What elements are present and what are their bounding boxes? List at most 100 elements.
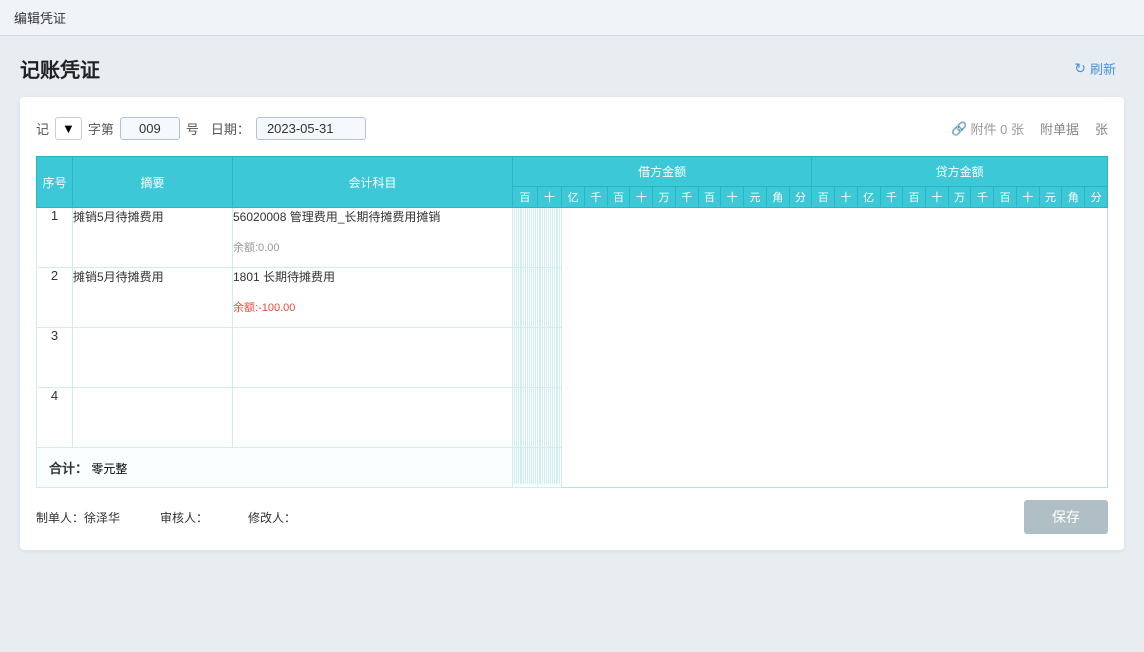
debit-d11: 元 [744, 187, 767, 208]
th-account: 会计科目 [233, 157, 513, 208]
footer-row: 制单人：徐泽华 审核人： 修改人： 保存 [36, 500, 1108, 534]
type-label: 记 [36, 119, 49, 138]
creator-field: 制单人：徐泽华 [36, 509, 120, 526]
credit-d8: 千 [971, 187, 994, 208]
table-row: 3 [37, 328, 1108, 388]
credit-d3: 亿 [857, 187, 880, 208]
debit-amount-cell[interactable] [513, 208, 538, 268]
credit-d4: 千 [880, 187, 903, 208]
debit-d9: 百 [698, 187, 721, 208]
credit-d5: 百 [903, 187, 926, 208]
debit-d1: 百 [513, 187, 538, 208]
table-row: 2 摊销5月待摊费用 1801 长期待摊费用 余额:-100.00 [37, 268, 1108, 328]
credit-amount-cell[interactable] [537, 208, 562, 268]
debit-d10: 十 [721, 187, 744, 208]
debit-amount-cell[interactable] [513, 328, 538, 388]
summary-cell[interactable]: 摊销5月待摊费用 [73, 268, 233, 328]
voucher-table: 序号 摘要 会计科目 借方金额 贷方金额 百 十 [36, 156, 1108, 488]
reviewer-label: 审核人： [160, 511, 208, 525]
total-label-cell: 合计： 零元整 [37, 448, 513, 488]
account-cell[interactable]: 1801 长期待摊费用 余额:-100.00 [233, 268, 513, 328]
th-credit-group: 贷方金额 [812, 157, 1108, 187]
creator-name: 徐泽华 [84, 511, 120, 525]
summary-cell[interactable] [73, 328, 233, 388]
account-cell[interactable]: 56020008 管理费用_长期待摊费用摊销 余额:0.00 [233, 208, 513, 268]
total-amount: 零元整 [91, 462, 127, 476]
page-title: 记账凭证 [20, 54, 100, 83]
total-label: 合计： [49, 461, 88, 476]
hao-label: 号 [186, 119, 199, 138]
seq-cell: 1 [37, 208, 73, 268]
page-header: 记账凭证 ↻ 刷新 [20, 54, 1124, 83]
save-btn-area: 保存 [1024, 500, 1108, 534]
debit-d3: 亿 [562, 187, 585, 208]
th-seq: 序号 [37, 157, 73, 208]
voucher-type-field: 记 ▼ 字第 号 [36, 117, 199, 140]
attachment-link[interactable]: 🔗 附件 0 张 [951, 119, 1024, 138]
window-title: 编辑凭证 [14, 11, 66, 26]
debit-d12: 角 [766, 187, 789, 208]
credit-d9: 百 [994, 187, 1017, 208]
seq-cell: 4 [37, 388, 73, 448]
th-summary: 摘要 [73, 157, 233, 208]
reviewer-field: 审核人： [160, 509, 208, 526]
debit-d5: 百 [607, 187, 630, 208]
zhang-label: 张 [1095, 119, 1108, 138]
date-field: 日期： [211, 117, 366, 140]
seq-cell: 2 [37, 268, 73, 328]
debit-d8: 千 [675, 187, 698, 208]
date-label: 日期： [211, 119, 250, 138]
attachment-area: 🔗 附件 0 张 附单据 张 [951, 119, 1108, 138]
refresh-label: 刷新 [1090, 59, 1116, 78]
account-cell[interactable] [233, 328, 513, 388]
form-row: 记 ▼ 字第 号 日期： 🔗 附件 0 张 附单据 张 [36, 117, 1108, 140]
credit-d1: 百 [812, 187, 835, 208]
attachment-label: 附件 0 张 [971, 119, 1024, 138]
account-balance-negative: 余额:-100.00 [233, 299, 512, 315]
type-dropdown[interactable]: ▼ [55, 117, 82, 140]
table-row: 1 摊销5月待摊费用 56020008 管理费用_长期待摊费用摊销 余额:0.0… [37, 208, 1108, 268]
debit-d4: 千 [584, 187, 607, 208]
editor-field: 修改人： [248, 509, 296, 526]
total-credit-cell [537, 448, 562, 488]
debit-d13: 分 [789, 187, 812, 208]
main-content: 记账凭证 ↻ 刷新 记 ▼ 字第 号 日期： 🔗 附件 0 张 [0, 36, 1144, 652]
table-wrapper: 序号 摘要 会计科目 借方金额 贷方金额 百 十 [36, 156, 1108, 488]
account-balance: 余额:0.00 [233, 239, 512, 255]
table-row: 4 [37, 388, 1108, 448]
refresh-button[interactable]: ↻ 刷新 [1066, 55, 1124, 82]
account-cell[interactable] [233, 388, 513, 448]
total-debit-cell [513, 448, 538, 488]
debit-amount-cell[interactable] [513, 268, 538, 328]
credit-amount-cell[interactable] [537, 328, 562, 388]
seq-cell: 3 [37, 328, 73, 388]
date-input[interactable] [256, 117, 366, 140]
window-title-bar: 编辑凭证 [0, 0, 1144, 36]
credit-d12: 角 [1062, 187, 1085, 208]
total-row: 合计： 零元整 [37, 448, 1108, 488]
credit-d13: 分 [1085, 187, 1108, 208]
credit-amount-cell[interactable] [537, 268, 562, 328]
account-code: 1801 长期待摊费用 [233, 268, 512, 285]
th-debit-group: 借方金额 [513, 157, 812, 187]
credit-d6: 十 [926, 187, 949, 208]
table-body: 1 摊销5月待摊费用 56020008 管理费用_长期待摊费用摊销 余额:0.0… [37, 208, 1108, 488]
debit-d7: 万 [653, 187, 676, 208]
summary-cell[interactable] [73, 388, 233, 448]
debit-d6: 十 [630, 187, 653, 208]
account-code: 56020008 管理费用_长期待摊费用摊销 [233, 208, 512, 225]
editor-label: 修改人： [248, 511, 296, 525]
refresh-icon: ↻ [1074, 60, 1086, 77]
debit-d2: 十 [537, 187, 562, 208]
summary-cell[interactable]: 摊销5月待摊费用 [73, 208, 233, 268]
voucher-number-input[interactable] [120, 117, 180, 140]
credit-amount-cell[interactable] [537, 388, 562, 448]
zi-di-label: 字第 [88, 119, 114, 138]
credit-d7: 万 [948, 187, 971, 208]
credit-d2: 十 [835, 187, 858, 208]
dan-ju-label: 附单据 [1040, 119, 1079, 138]
attach-icon: 🔗 [951, 121, 967, 137]
debit-amount-cell[interactable] [513, 388, 538, 448]
voucher-card: 记 ▼ 字第 号 日期： 🔗 附件 0 张 附单据 张 [20, 97, 1124, 550]
save-button[interactable]: 保存 [1024, 500, 1108, 534]
